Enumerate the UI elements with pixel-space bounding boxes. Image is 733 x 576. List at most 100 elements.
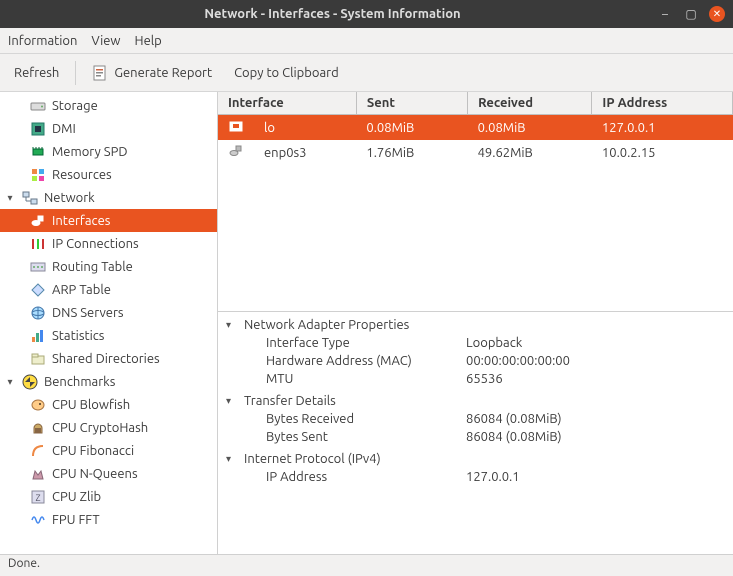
properties-panel[interactable]: ▾ Network Adapter Properties Interface Typ… <box>218 312 733 554</box>
cell-ip: 127.0.0.1 <box>592 115 733 141</box>
sidebar-item-label: Benchmarks <box>44 375 115 389</box>
property-group-title: Network Adapter Properties <box>244 318 409 332</box>
sidebar-item-label: ARP Table <box>52 283 111 297</box>
sidebar-item-label: Storage <box>52 99 98 113</box>
property-row: Interface TypeLoopback <box>226 334 725 352</box>
sidebar-item-fpu-fft[interactable]: FPU FFT <box>0 508 217 531</box>
sidebar-item-routing-table[interactable]: Routing Table <box>0 255 217 278</box>
content-area: StorageDMIMemory SPDResources▾NetworkInt… <box>0 92 733 554</box>
sidebar-item-label: Shared Directories <box>52 352 160 366</box>
sidebar-item-arp-table[interactable]: ARP Table <box>0 278 217 301</box>
sidebar-item-label: Routing Table <box>52 260 133 274</box>
menubar: Information View Help <box>0 28 733 54</box>
property-row: Bytes Received86084 (0.08MiB) <box>226 410 725 428</box>
sidebar-item-dns-servers[interactable]: DNS Servers <box>0 301 217 324</box>
col-received[interactable]: Received <box>468 92 592 115</box>
sidebar-item-resources[interactable]: Resources <box>0 163 217 186</box>
sidebar-item-label: CPU Zlib <box>52 490 101 504</box>
sidebar-item-cpu-zlib[interactable]: Z CPU Zlib <box>0 485 217 508</box>
nqueens-icon <box>30 466 46 482</box>
menu-information[interactable]: Information <box>8 34 77 48</box>
sidebar-item-label: DMI <box>52 122 76 136</box>
sidebar-item-benchmarks[interactable]: ▾ Benchmarks <box>0 370 217 393</box>
sidebar-item-network[interactable]: ▾Network <box>0 186 217 209</box>
window-title: Network - Interfaces - System Informatio… <box>8 7 657 21</box>
property-label: Bytes Received <box>266 412 466 426</box>
copy-clipboard-button[interactable]: Copy to Clipboard <box>228 62 345 84</box>
sidebar-item-cpu-cryptohash[interactable]: CPU CryptoHash <box>0 416 217 439</box>
property-value: 65536 <box>466 372 725 386</box>
col-ip[interactable]: IP Address <box>592 92 733 115</box>
property-row: IP Address127.0.0.1 <box>226 468 725 486</box>
sidebar-item-label: Memory SPD <box>52 145 128 159</box>
sidebar-item-cpu-fibonacci[interactable]: CPU Fibonacci <box>0 439 217 462</box>
cell-sent: 0.08MiB <box>356 115 467 141</box>
sidebar-item-label: FPU FFT <box>52 513 100 527</box>
toolbar: Refresh Generate Report Copy to Clipboar… <box>0 54 733 92</box>
blowfish-icon <box>30 397 46 413</box>
col-sent[interactable]: Sent <box>356 92 467 115</box>
fib-icon <box>30 443 46 459</box>
sidebar-item-dmi[interactable]: DMI <box>0 117 217 140</box>
table-row[interactable]: enp0s31.76MiB49.62MiB10.0.2.15 <box>218 140 733 165</box>
chevron-down-icon: ▾ <box>226 319 238 331</box>
refresh-button[interactable]: Refresh <box>8 62 65 84</box>
interface-table-wrap[interactable]: Interface Sent Received IP Address lo0.0… <box>218 92 733 312</box>
chip-icon <box>30 144 46 160</box>
titlebar: Network - Interfaces - System Informatio… <box>0 0 733 28</box>
sidebar-item-storage[interactable]: Storage <box>0 94 217 117</box>
property-group: ▾ Network Adapter Properties Interface Typ… <box>226 316 725 388</box>
stats-icon <box>30 328 46 344</box>
property-group: ▾Internet Protocol (IPv4)IP Address127.0… <box>226 450 725 486</box>
statusbar: Done. <box>0 554 733 576</box>
window-controls: – ▢ ✕ <box>657 6 725 22</box>
property-group-header[interactable]: ▾Internet Protocol (IPv4) <box>226 450 725 468</box>
status-text: Done. <box>8 557 40 570</box>
close-button[interactable]: ✕ <box>709 6 725 22</box>
board-icon <box>30 121 46 137</box>
sidebar-item-label: CPU Blowfish <box>52 398 130 412</box>
property-label: Interface Type <box>266 336 466 350</box>
cell-received: 0.08MiB <box>468 115 592 141</box>
property-label: MTU <box>266 372 466 386</box>
property-row: Hardware Address (MAC)00:00:00:00:00:00 <box>226 352 725 370</box>
arp-icon <box>30 282 46 298</box>
sidebar-item-statistics[interactable]: Statistics <box>0 324 217 347</box>
sidebar-item-cpu-n-queens[interactable]: CPU N-Queens <box>0 462 217 485</box>
property-value: 00:00:00:00:00:00 <box>466 354 725 368</box>
maximize-button[interactable]: ▢ <box>683 6 699 22</box>
sidebar-item-label: Resources <box>52 168 112 182</box>
col-interface[interactable]: Interface <box>218 92 356 115</box>
sidebar-item-memory-spd[interactable]: Memory SPD <box>0 140 217 163</box>
property-value: Loopback <box>466 336 725 350</box>
property-group-header[interactable]: ▾Transfer Details <box>226 392 725 410</box>
sidebar-item-interfaces[interactable]: Interfaces <box>0 209 217 232</box>
generate-report-label: Generate Report <box>114 66 212 80</box>
cell-interface: enp0s3 <box>254 140 356 165</box>
report-icon <box>92 65 108 81</box>
interface-icon <box>30 213 46 229</box>
minimize-button[interactable]: – <box>657 6 673 22</box>
property-group-title: Transfer Details <box>244 394 336 408</box>
table-row[interactable]: lo0.08MiB0.08MiB127.0.0.1 <box>218 115 733 141</box>
sidebar-item-ip-connections[interactable]: IP Connections <box>0 232 217 255</box>
chevron-down-icon: ▾ <box>4 376 16 388</box>
menu-view[interactable]: View <box>91 34 120 48</box>
generate-report-button[interactable]: Generate Report <box>86 61 218 85</box>
drive-icon <box>30 98 46 114</box>
menu-help[interactable]: Help <box>135 34 162 48</box>
crypto-icon <box>30 420 46 436</box>
interface-table: Interface Sent Received IP Address lo0.0… <box>218 92 733 165</box>
property-row: MTU65536 <box>226 370 725 388</box>
property-value: 86084 (0.08MiB) <box>466 430 725 444</box>
chevron-down-icon: ▾ <box>226 453 238 465</box>
property-group-header[interactable]: ▾ Network Adapter Properties <box>226 316 725 334</box>
nic-icon <box>228 143 244 159</box>
property-row: Bytes Sent86084 (0.08MiB) <box>226 428 725 446</box>
main-panel: Interface Sent Received IP Address lo0.0… <box>218 92 733 554</box>
sidebar-item-cpu-blowfish[interactable]: CPU Blowfish <box>0 393 217 416</box>
sidebar-item-label: Network <box>44 191 95 205</box>
svg-text:Z: Z <box>35 493 40 503</box>
sidebar-item-shared-directories[interactable]: Shared Directories <box>0 347 217 370</box>
sidebar[interactable]: StorageDMIMemory SPDResources▾NetworkInt… <box>0 92 218 554</box>
